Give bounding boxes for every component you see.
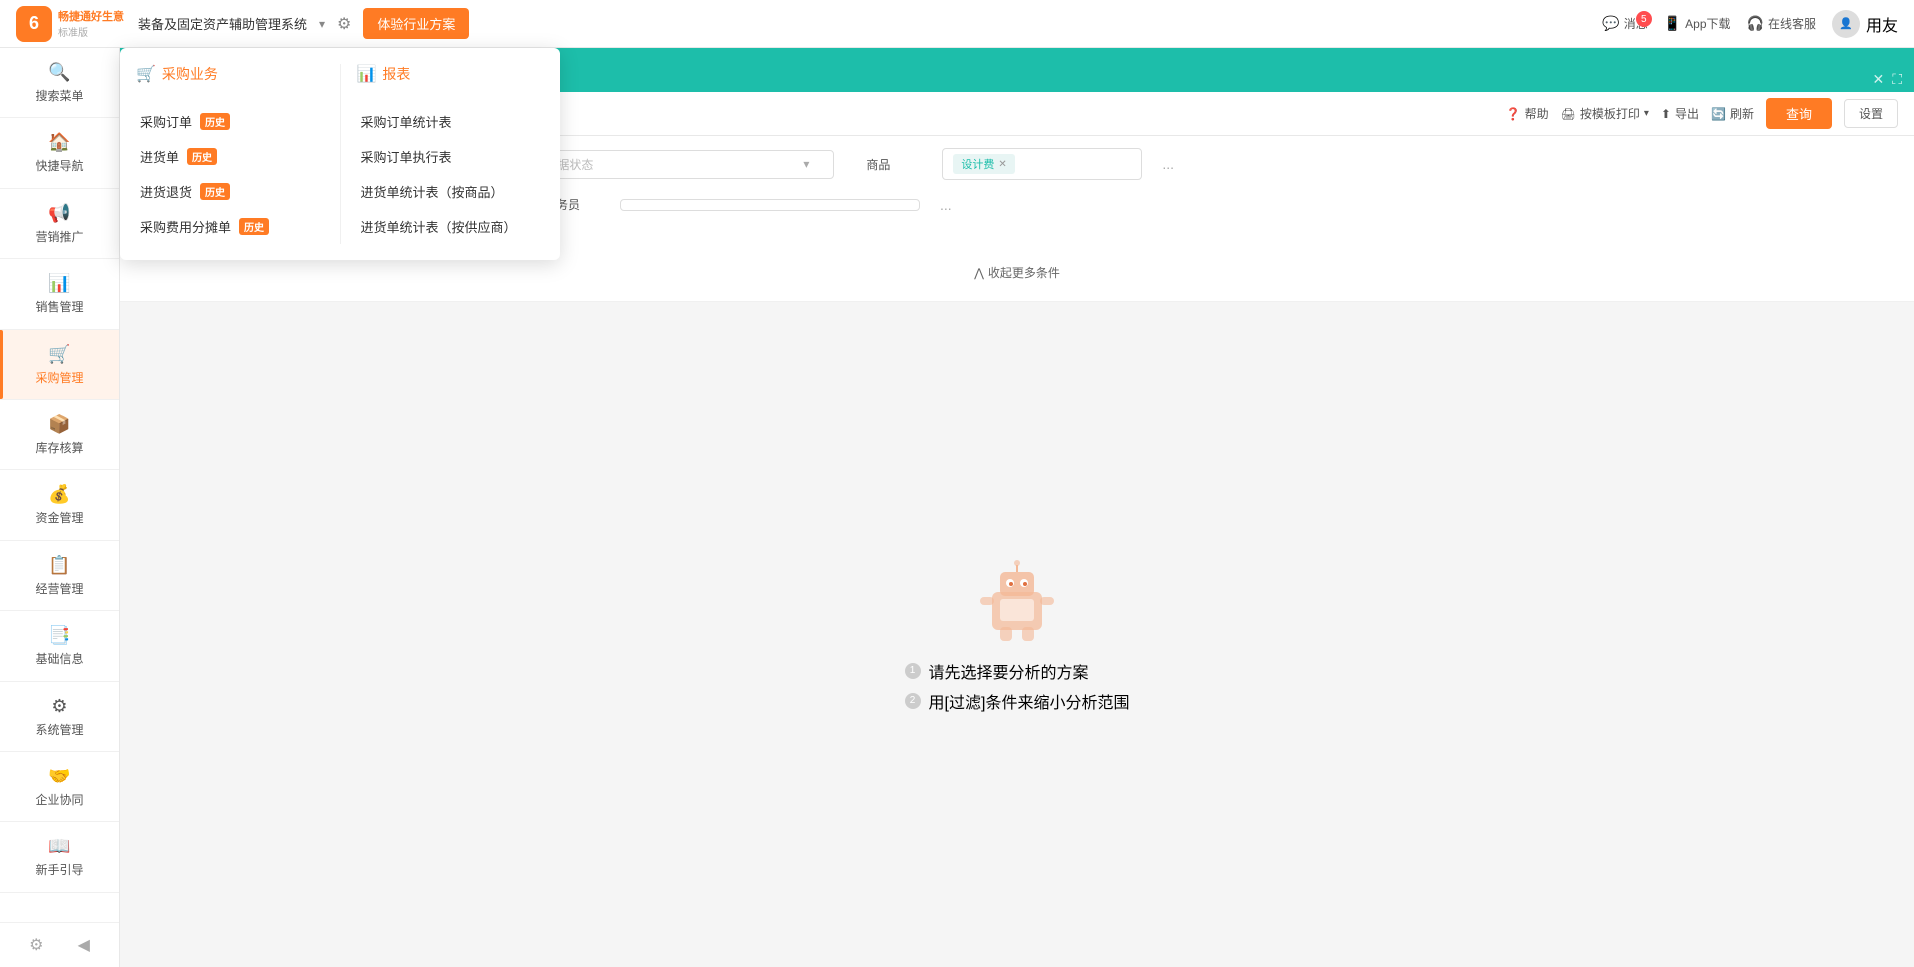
dropdown-menu: 🛒 采购业务 采购订单 历史 进货单 历史 进货退货 历史 采购费用分摊单 历史… xyxy=(120,48,560,260)
order-stats-label: 采购订单统计表 xyxy=(361,112,452,131)
reports-title: 📊 报表 xyxy=(357,64,545,92)
purchase-receipt-history-badge: 历史 xyxy=(187,148,217,165)
purchase-business-section: 🛒 采购业务 采购订单 历史 进货单 历史 进货退货 历史 采购费用分摊单 历史 xyxy=(136,64,324,244)
purchase-order-label: 采购订单 xyxy=(140,112,192,131)
purchase-expense-label: 采购费用分摊单 xyxy=(140,217,231,236)
menu-item-purchase-return[interactable]: 进货退货 历史 xyxy=(136,174,324,209)
receipt-stats-goods-label: 进货单统计表（按商品） xyxy=(361,182,504,201)
menu-item-purchase-receipt[interactable]: 进货单 历史 xyxy=(136,139,324,174)
purchase-return-label: 进货退货 xyxy=(140,182,192,201)
menu-item-purchase-order[interactable]: 采购订单 历史 xyxy=(136,104,324,139)
purchase-receipt-label: 进货单 xyxy=(140,147,179,166)
purchase-business-title: 🛒 采购业务 xyxy=(136,64,324,92)
purchase-return-history-badge: 历史 xyxy=(200,183,230,200)
reports-section: 📊 报表 采购订单统计表 采购订单执行表 进货单统计表（按商品） 进货单统计表（… xyxy=(340,64,545,244)
order-exec-label: 采购订单执行表 xyxy=(361,147,452,166)
menu-item-receipt-stats-supplier[interactable]: 进货单统计表（按供应商） xyxy=(357,209,545,244)
menu-item-order-exec[interactable]: 采购订单执行表 xyxy=(357,139,545,174)
reports-section-icon: 📊 xyxy=(357,64,377,84)
receipt-stats-supplier-label: 进货单统计表（按供应商） xyxy=(361,217,517,236)
menu-item-order-stats[interactable]: 采购订单统计表 xyxy=(357,104,545,139)
menu-item-receipt-stats-goods[interactable]: 进货单统计表（按商品） xyxy=(357,174,545,209)
purchase-expense-history-badge: 历史 xyxy=(239,218,269,235)
purchase-section-label: 采购业务 xyxy=(162,64,218,84)
purchase-section-icon: 🛒 xyxy=(136,64,156,84)
menu-item-purchase-expense[interactable]: 采购费用分摊单 历史 xyxy=(136,209,324,244)
purchase-order-history-badge: 历史 xyxy=(200,113,230,130)
reports-section-label: 报表 xyxy=(382,64,410,84)
